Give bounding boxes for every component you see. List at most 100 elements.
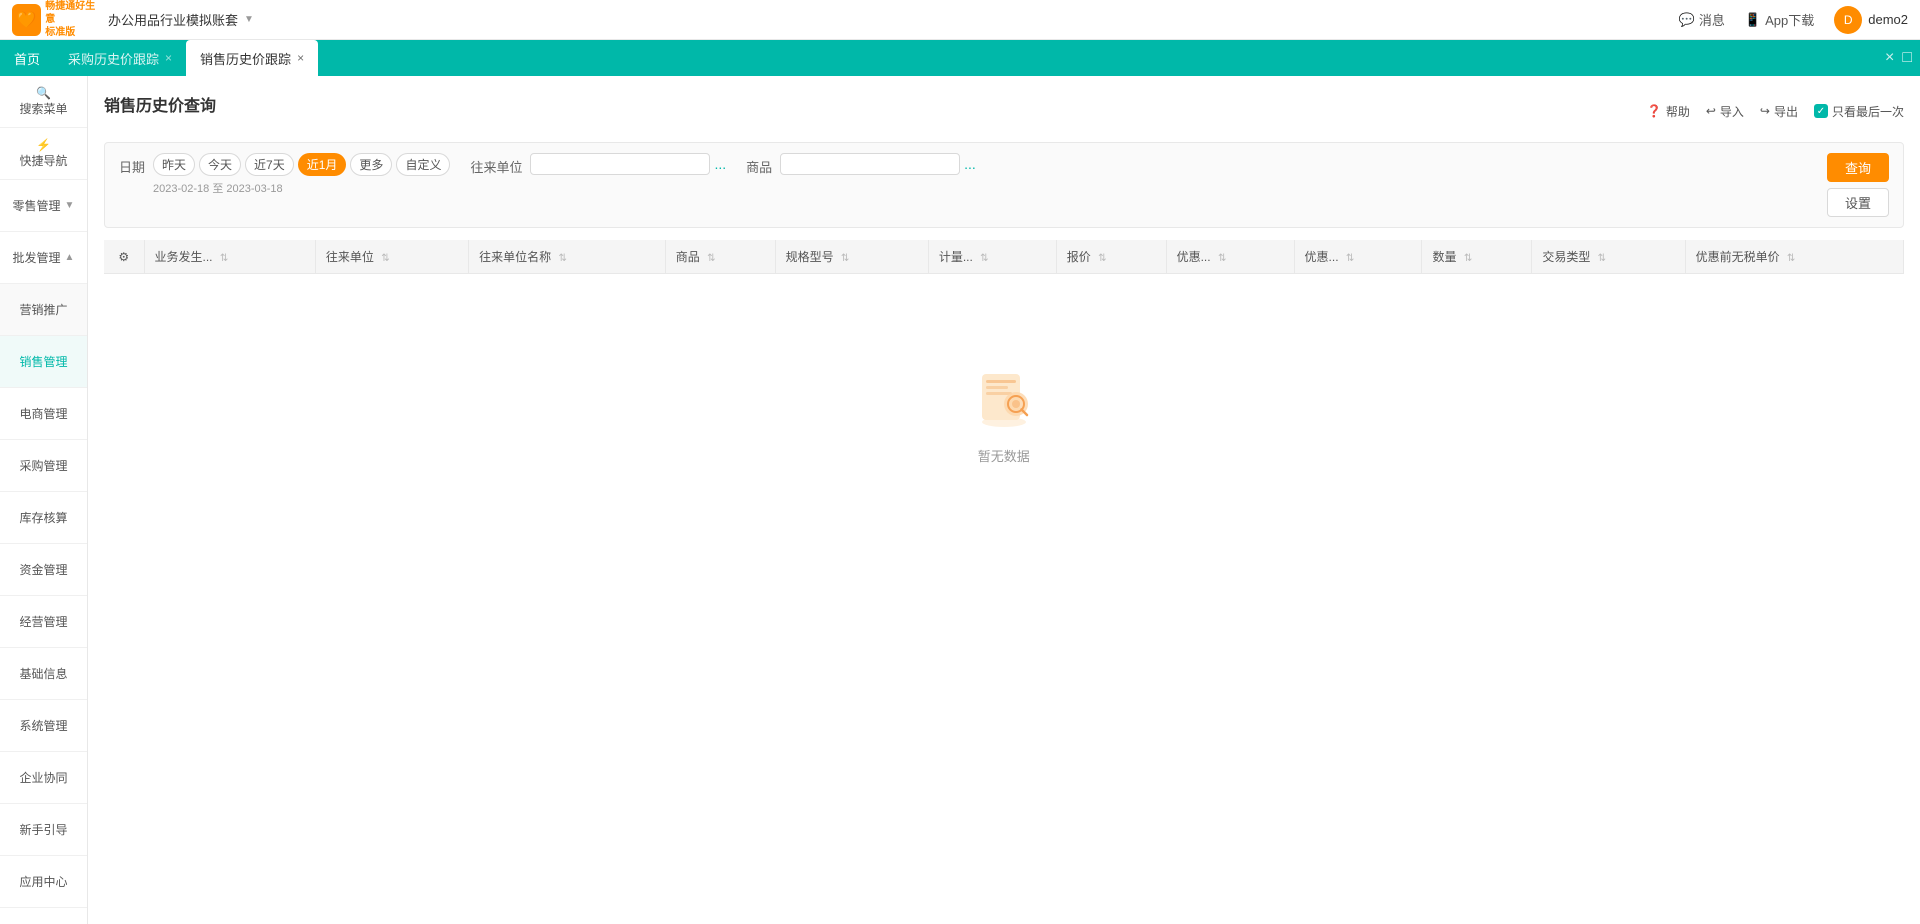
message-button[interactable]: 💬 消息 (1679, 10, 1725, 29)
date-more-button[interactable]: 更多 (350, 153, 392, 176)
top-header: 🧡 畅捷通好生意 标准版 办公用品行业模拟账套 ▼ 💬 消息 📱 App下载 D… (0, 0, 1920, 40)
table-col-spec[interactable]: 规格型号 ⇅ (775, 240, 928, 274)
tab-home[interactable]: 首页 (0, 40, 54, 76)
sort-icon: ⇅ (1464, 253, 1472, 264)
sidebar-item-finance[interactable]: 资金管理 (0, 544, 87, 596)
date-last7-button[interactable]: 近7天 (245, 153, 294, 176)
content-area: 销售历史价查询 ❓ 帮助 ↩ 导入 ↪ 导出 ✓ 只看最后一次 (88, 76, 1920, 924)
table-col-biz-date[interactable]: 业务发生... ⇅ (144, 240, 315, 274)
app-selector[interactable]: 办公用品行业模拟账套 ▼ (100, 6, 1679, 33)
sidebar-item-marketing[interactable]: 营销推广 (0, 284, 87, 336)
table-settings-col[interactable]: ⚙ (104, 240, 144, 274)
help-icon: ❓ (1647, 104, 1662, 118)
date-yesterday-button[interactable]: 昨天 (153, 153, 195, 176)
tab-purchase-history[interactable]: 采购历史价跟踪 × (54, 40, 186, 76)
product-input[interactable] (780, 153, 960, 175)
avatar: D (1834, 6, 1862, 34)
sidebar-item-label: 营销推广 (19, 301, 67, 318)
sort-icon: ⇅ (707, 253, 715, 264)
table-col-partner-name[interactable]: 往来单位名称 ⇅ (469, 240, 666, 274)
sidebar-item-label: 采购管理 (19, 457, 67, 474)
username-label: demo2 (1868, 12, 1908, 27)
sidebar-item-system[interactable]: 系统管理 (0, 700, 87, 752)
message-icon: 💬 (1679, 12, 1695, 28)
sidebar-item-guide[interactable]: 新手引导 (0, 804, 87, 856)
close-icon[interactable]: × (165, 51, 172, 65)
action-buttons: 查询 设置 (1827, 153, 1889, 217)
date-buttons: 昨天 今天 近7天 近1月 更多 自定义 (153, 153, 450, 176)
settings-button[interactable]: 设置 (1827, 188, 1889, 217)
table-col-trade-type[interactable]: 交易类型 ⇅ (1532, 240, 1685, 274)
sort-icon: ⇅ (1787, 253, 1795, 264)
sidebar-item-shortcuts[interactable]: ⚡ 快捷导航 (0, 128, 87, 180)
date-filter-label: 日期 (119, 153, 145, 176)
sidebar-item-label: 批发管理 (13, 249, 61, 266)
sidebar-item-label: 新手引导 (19, 821, 67, 838)
product-filter-group: 商品 ... (746, 153, 976, 176)
table-col-product[interactable]: 商品 ⇅ (665, 240, 775, 274)
product-dots-button[interactable]: ... (964, 156, 976, 172)
empty-text: 暂无数据 (978, 446, 1030, 465)
sidebar-item-label: 库存核算 (19, 509, 67, 526)
table-col-pretax-price[interactable]: 优惠前无税单价 ⇅ (1685, 240, 1903, 274)
maximize-tab-button[interactable]: □ (1902, 49, 1912, 67)
table-col-discount1[interactable]: 优惠... ⇅ (1166, 240, 1294, 274)
sidebar-item-purchase[interactable]: 采购管理 (0, 440, 87, 492)
sidebar: 🔍 搜索菜单 ⚡ 快捷导航 零售管理 ▼ 批发管理 ▲ 营销推广 销售管理 电商… (0, 76, 88, 924)
sidebar-item-search[interactable]: 🔍 搜索菜单 (0, 76, 87, 128)
import-button[interactable]: ↩ 导入 (1706, 103, 1744, 120)
table-col-unit[interactable]: 计量... ⇅ (928, 240, 1056, 274)
import-label: 导入 (1720, 103, 1744, 120)
sidebar-item-label: 基础信息 (19, 665, 67, 682)
sidebar-item-wechat[interactable]: 企业微信 (0, 908, 87, 924)
sidebar-item-retail[interactable]: 零售管理 ▼ (0, 180, 87, 232)
user-area[interactable]: D demo2 (1834, 6, 1908, 34)
sidebar-item-inventory[interactable]: 库存核算 (0, 492, 87, 544)
sort-icon: ⇅ (980, 253, 988, 264)
only-last-label: 只看最后一次 (1832, 103, 1904, 120)
sidebar-item-ecommerce[interactable]: 电商管理 (0, 388, 87, 440)
table-col-quote[interactable]: 报价 ⇅ (1056, 240, 1166, 274)
table-col-discount2[interactable]: 优惠... ⇅ (1294, 240, 1422, 274)
tab-sales-history[interactable]: 销售历史价跟踪 × (186, 40, 318, 76)
download-icon: 📱 (1745, 12, 1761, 28)
sidebar-item-enterprise[interactable]: 企业协同 (0, 752, 87, 804)
empty-icon (964, 354, 1044, 434)
app-download-button[interactable]: 📱 App下载 (1745, 10, 1814, 29)
sidebar-item-label: 销售管理 (19, 353, 67, 370)
date-custom-button[interactable]: 自定义 (396, 153, 450, 176)
tab-bar: 首页 采购历史价跟踪 × 销售历史价跟踪 × × □ (0, 40, 1920, 76)
export-label: 导出 (1774, 103, 1798, 120)
only-last-checkbox[interactable]: ✓ 只看最后一次 (1814, 103, 1904, 120)
partner-dots-button[interactable]: ... (714, 156, 726, 172)
sidebar-item-label: 系统管理 (19, 717, 67, 734)
minimize-tab-button[interactable]: × (1885, 49, 1894, 67)
date-last1month-button[interactable]: 近1月 (298, 153, 347, 176)
export-icon: ↪ (1760, 104, 1770, 118)
app-selector-label: 办公用品行业模拟账套 (108, 10, 238, 29)
chevron-down-icon: ▼ (244, 14, 254, 25)
sort-icon: ⇅ (1346, 253, 1354, 264)
sort-icon: ⇅ (1098, 253, 1106, 264)
table-col-quantity[interactable]: 数量 ⇅ (1422, 240, 1532, 274)
export-button[interactable]: ↪ 导出 (1760, 103, 1798, 120)
query-button[interactable]: 查询 (1827, 153, 1889, 182)
tab-home-label: 首页 (14, 49, 40, 68)
chevron-up-icon: ▲ (65, 252, 75, 263)
table-col-partner-code[interactable]: 往来单位 ⇅ (315, 240, 468, 274)
close-icon[interactable]: × (297, 51, 304, 65)
shortcuts-icon: ⚡ (36, 138, 51, 152)
sort-icon: ⇅ (558, 253, 566, 264)
sidebar-item-wholesale[interactable]: 批发管理 ▲ (0, 232, 87, 284)
sidebar-item-operations[interactable]: 经营管理 (0, 596, 87, 648)
sidebar-item-app-center[interactable]: 应用中心 (0, 856, 87, 908)
help-button[interactable]: ❓ 帮助 (1647, 103, 1690, 120)
sidebar-item-label: 电商管理 (19, 405, 67, 422)
product-filter-label: 商品 (746, 153, 772, 176)
sidebar-item-label: 经营管理 (19, 613, 67, 630)
sidebar-item-basic-info[interactable]: 基础信息 (0, 648, 87, 700)
date-today-button[interactable]: 今天 (199, 153, 241, 176)
partner-input[interactable] (530, 153, 710, 175)
sort-icon: ⇅ (1598, 253, 1606, 264)
sidebar-item-sales-mgmt[interactable]: 销售管理 (0, 336, 87, 388)
